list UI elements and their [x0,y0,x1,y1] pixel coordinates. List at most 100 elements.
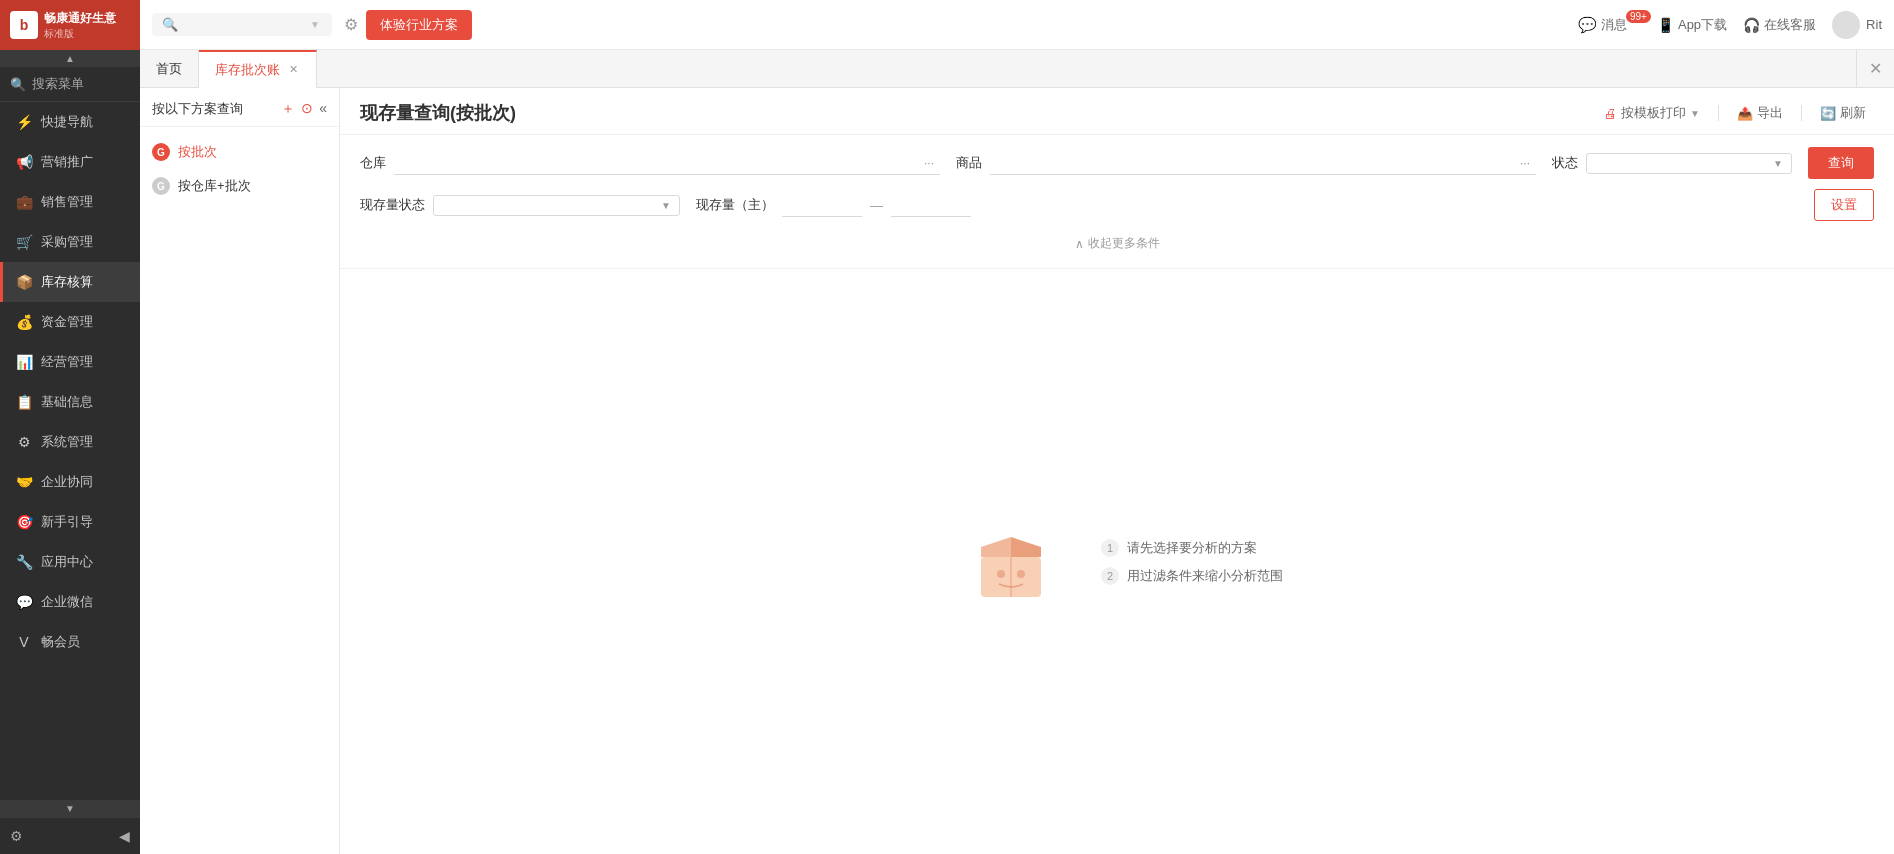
trial-btn[interactable]: 体验行业方案 [366,10,472,40]
export-icon: 📤 [1737,106,1753,121]
collapse-sidebar-icon[interactable]: ◀ [119,828,130,844]
app-download-btn[interactable]: 📱 App下载 [1657,16,1727,34]
stock-qty-from[interactable] [788,197,856,212]
warehouse-input-wrap[interactable]: ··· [394,151,940,175]
tab-close-icon[interactable]: ✕ [286,63,300,77]
settings-footer-icon[interactable]: ⚙ [10,828,23,844]
stock-qty-from-wrap[interactable] [782,193,862,217]
member-icon: V [15,633,33,651]
product-more-icon[interactable]: ··· [1520,156,1530,170]
stock-qty-field: 现存量（主） — [696,193,1016,217]
topbar-gear-icon[interactable]: ⚙ [344,15,358,34]
empty-illustration [961,512,1061,612]
stock-status-select[interactable]: ▼ [433,195,680,216]
page-title-actions: 🖨 按模板打印 ▼ 📤 导出 🔄 刷新 [1596,100,1874,126]
scheme-warehouse-batch-label: 按仓库+批次 [178,177,251,195]
export-btn[interactable]: 📤 导出 [1729,100,1791,126]
finance-label: 资金管理 [41,313,93,331]
warehouse-input[interactable] [400,155,920,170]
warehouse-label: 仓库 [360,154,386,172]
sidebar-item-wechat[interactable]: 💬 企业微信 [0,582,140,622]
export-label: 导出 [1757,104,1783,122]
status-select[interactable]: ▼ [1586,153,1792,174]
sidebar-item-newbie[interactable]: 🎯 新手引导 [0,502,140,542]
sidebar-item-basic-info[interactable]: 📋 基础信息 [0,382,140,422]
topbar-dropdown-icon[interactable]: ▼ [310,19,320,30]
settings-btn[interactable]: 设置 [1814,189,1874,221]
operations-label: 经营管理 [41,353,93,371]
messages-btn[interactable]: 💬 消息 99+ [1578,16,1641,34]
sidebar-item-marketing[interactable]: 📢 营销推广 [0,142,140,182]
main-wrap: 🔍 ▼ ⚙ 体验行业方案 💬 消息 99+ 📱 App下载 🎧 在线客服 R [140,0,1894,854]
stock-qty-dash: — [862,198,891,213]
basic-info-icon: 📋 [15,393,33,411]
product-input[interactable] [996,155,1516,170]
status-field: 状态 ▼ [1552,153,1792,174]
sidebar-item-operations[interactable]: 📊 经营管理 [0,342,140,382]
collapse-panel-icon[interactable]: « [319,100,327,118]
topbar-search-input[interactable] [184,18,304,32]
scheme-dot-active: G [152,143,170,161]
warehouse-more-icon[interactable]: ··· [924,156,934,170]
add-scheme-icon[interactable]: ＋ [281,100,295,118]
sidebar-item-system[interactable]: ⚙ 系统管理 [0,422,140,462]
sidebar-header: b 畅康通好生意 标准版 [0,0,140,50]
print-icon: 🖨 [1604,106,1617,121]
purchase-icon: 🛒 [15,233,33,251]
member-label: 畅会员 [41,633,80,651]
print-dropdown-icon[interactable]: ▼ [1690,108,1700,119]
tab-home[interactable]: 首页 [140,50,199,88]
sidebar-item-finance[interactable]: 💰 资金管理 [0,302,140,342]
tip-text-1: 请先选择要分析的方案 [1127,539,1257,557]
topbar-search-area[interactable]: 🔍 ▼ [152,13,332,36]
user-area[interactable]: Rit [1832,11,1882,39]
print-template-btn[interactable]: 🖨 按模板打印 ▼ [1596,100,1708,126]
stock-qty-to[interactable] [897,197,965,212]
online-service-btn[interactable]: 🎧 在线客服 [1743,16,1816,34]
sidebar-item-app-center[interactable]: 🔧 应用中心 [0,542,140,582]
sales-label: 销售管理 [41,193,93,211]
query-btn[interactable]: 查询 [1808,147,1874,179]
scheme-item-warehouse-batch[interactable]: G 按仓库+批次 [140,169,339,203]
tab-inventory-batch[interactable]: 库存批次账 ✕ [199,50,317,88]
scroll-up-btn[interactable]: ▲ [0,50,140,67]
left-panel-title: 按以下方案查询 [152,100,243,118]
status-dropdown-icon: ▼ [1773,158,1783,169]
sidebar-item-member[interactable]: V 畅会员 [0,622,140,662]
left-panel: 按以下方案查询 ＋ ⊙ « G 按批次 G 按仓库+批次 [140,88,340,854]
scheme-item-batch[interactable]: G 按批次 [140,135,339,169]
refresh-btn[interactable]: 🔄 刷新 [1812,100,1874,126]
tip-text-2: 用过滤条件来缩小分析范围 [1127,567,1283,585]
finance-icon: 💰 [15,313,33,331]
sidebar-item-purchase[interactable]: 🛒 采购管理 [0,222,140,262]
scheme-settings-icon[interactable]: ⊙ [301,100,313,118]
message-icon: 💬 [1578,16,1597,34]
sidebar-item-quick-nav[interactable]: ⚡ 快捷导航 [0,102,140,142]
sidebar-item-inventory[interactable]: 📦 库存核算 [0,262,140,302]
collapse-up-icon: ∧ [1075,237,1084,251]
tip-num-1: 1 [1101,539,1119,557]
sidebar-search[interactable]: 🔍 搜索菜单 [0,67,140,102]
scheme-dot-inactive: G [152,177,170,195]
sidebar-item-collab[interactable]: 🤝 企业协同 [0,462,140,502]
scroll-down-btn[interactable]: ▼ [0,800,140,817]
sidebar-item-sales[interactable]: 💼 销售管理 [0,182,140,222]
quick-nav-label: 快捷导航 [41,113,93,131]
page-title: 现存量查询(按批次) [360,101,516,125]
collapse-more-btn[interactable]: ∧ 收起更多条件 [360,231,1874,256]
svg-point-4 [997,570,1005,578]
page-content: 按以下方案查询 ＋ ⊙ « G 按批次 G 按仓库+批次 [140,88,1894,854]
collapse-label: 收起更多条件 [1088,235,1160,252]
stock-status-label: 现存量状态 [360,196,425,214]
product-input-wrap[interactable]: ··· [990,151,1536,175]
newbie-icon: 🎯 [15,513,33,531]
page-title-bar: 现存量查询(按批次) 🖨 按模板打印 ▼ 📤 导出 🔄 [340,88,1894,135]
stock-qty-to-wrap[interactable] [891,193,971,217]
topbar-search-icon: 🔍 [162,17,178,32]
left-panel-header: 按以下方案查询 ＋ ⊙ « [140,88,339,127]
stock-status-field: 现存量状态 ▼ [360,195,680,216]
print-label: 按模板打印 [1621,104,1686,122]
tab-close-right-btn[interactable]: ✕ [1856,50,1894,88]
app-download-icon: 📱 [1657,17,1674,33]
avatar [1832,11,1860,39]
